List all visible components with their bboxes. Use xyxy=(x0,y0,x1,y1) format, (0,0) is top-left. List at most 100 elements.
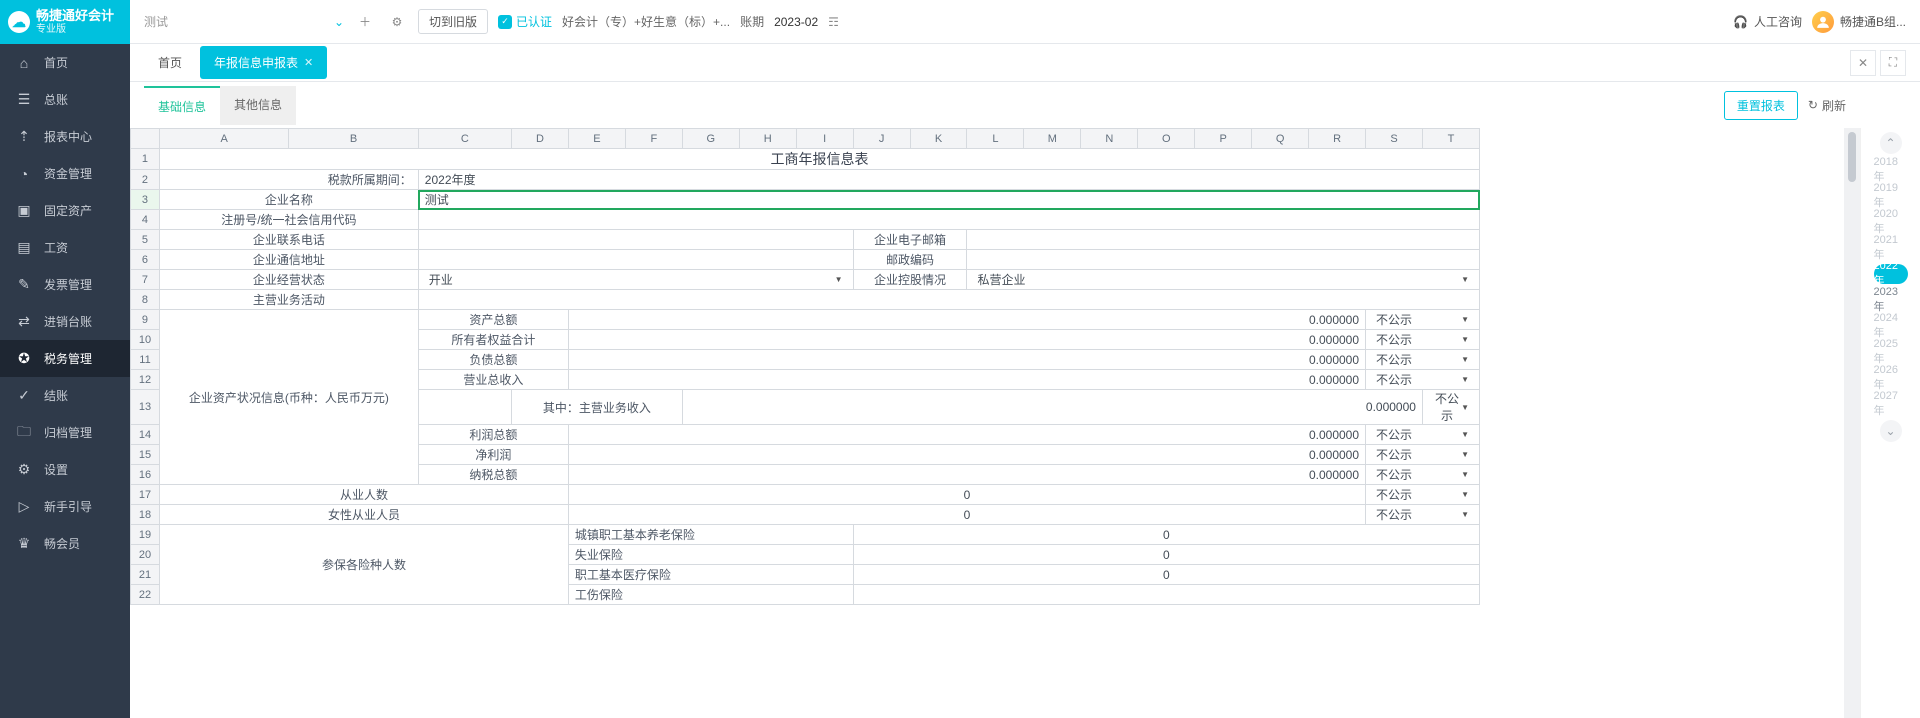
sidebar-item-12[interactable]: ▷新手引导 xyxy=(0,488,130,525)
sidebar-item-1[interactable]: ☰总账 xyxy=(0,81,130,118)
help-button[interactable]: 🎧 人工咨询 xyxy=(1733,13,1802,30)
insure-value[interactable] xyxy=(853,585,1479,605)
dropdown[interactable]: 不公示▼ xyxy=(1370,506,1475,523)
tel-input[interactable] xyxy=(418,230,853,250)
gear-icon[interactable]: ⚙ xyxy=(386,11,408,33)
sidebar-item-8[interactable]: ✪税务管理 xyxy=(0,340,130,377)
col-header[interactable]: S xyxy=(1366,129,1423,149)
col-header[interactable]: B xyxy=(289,129,418,149)
col-header[interactable]: G xyxy=(682,129,739,149)
close-tab-button[interactable]: ✕ xyxy=(1850,50,1876,76)
col-header[interactable]: P xyxy=(1195,129,1252,149)
dropdown[interactable]: 开业▼ xyxy=(423,271,849,288)
page-tab-1[interactable]: 年报信息申报表✕ xyxy=(200,46,327,79)
sidebar-item-0[interactable]: ⌂首页 xyxy=(0,44,130,81)
email-input[interactable] xyxy=(967,230,1480,250)
col-header[interactable]: L xyxy=(967,129,1024,149)
year-option[interactable]: 2027年 xyxy=(1874,394,1908,414)
year-option[interactable]: 2026年 xyxy=(1874,368,1908,388)
col-header[interactable]: M xyxy=(1024,129,1081,149)
sub-tab-1[interactable]: 其他信息 xyxy=(220,86,296,125)
year-option[interactable]: 2020年 xyxy=(1874,212,1908,232)
close-icon[interactable]: ✕ xyxy=(304,56,313,69)
col-header[interactable]: D xyxy=(511,129,568,149)
year-option[interactable]: 2021年 xyxy=(1874,238,1908,258)
metric-value[interactable]: 0.000000 xyxy=(568,425,1365,445)
user-chip[interactable]: 畅捷通B组... xyxy=(1812,11,1906,33)
year-option[interactable]: 2019年 xyxy=(1874,186,1908,206)
col-header[interactable]: O xyxy=(1138,129,1195,149)
col-header[interactable]: R xyxy=(1309,129,1366,149)
reset-report-button[interactable]: 重置报表 xyxy=(1724,91,1798,120)
metric-value[interactable]: 0.000000 xyxy=(568,465,1365,485)
col-header[interactable]: F xyxy=(625,129,682,149)
insure-value[interactable]: 0 xyxy=(853,545,1479,565)
refresh-button[interactable]: ↻ 刷新 xyxy=(1808,97,1846,114)
year-option[interactable]: 2024年 xyxy=(1874,316,1908,336)
sidebar-item-6[interactable]: ✎发票管理 xyxy=(0,266,130,303)
sidebar-item-11[interactable]: ⚙设置 xyxy=(0,451,130,488)
company-input[interactable]: 测试 xyxy=(418,190,1479,210)
org-selector[interactable]: 测试 ⌄ xyxy=(144,9,344,35)
metric-value[interactable]: 0.000000 xyxy=(568,445,1365,465)
year-down-button[interactable]: ⌄ xyxy=(1880,420,1902,442)
dropdown[interactable]: 不公示▼ xyxy=(1370,426,1475,443)
sidebar-item-13[interactable]: ♛畅会员 xyxy=(0,525,130,562)
year-option[interactable]: 2025年 xyxy=(1874,342,1908,362)
col-header[interactable] xyxy=(131,129,160,149)
dropdown[interactable]: 不公示▼ xyxy=(1370,466,1475,483)
calendar-icon[interactable]: ☶ xyxy=(828,15,839,29)
period-value[interactable]: 2023-02 xyxy=(774,15,818,29)
sidebar-item-4[interactable]: ▣固定资产 xyxy=(0,192,130,229)
insure-value[interactable]: 0 xyxy=(853,525,1479,545)
reg-input[interactable] xyxy=(418,210,1479,230)
sub-tab-0[interactable]: 基础信息 xyxy=(144,86,220,125)
dropdown[interactable]: 私营企业▼ xyxy=(971,271,1475,288)
col-header[interactable]: J xyxy=(853,129,910,149)
col-header[interactable]: C xyxy=(418,129,511,149)
metric-value[interactable]: 0.000000 xyxy=(568,370,1365,390)
postcode-input[interactable] xyxy=(967,250,1480,270)
col-header[interactable]: T xyxy=(1422,129,1479,149)
brand-logo[interactable]: ☁ 畅捷通好会计 专业版 xyxy=(0,0,130,44)
metric-value[interactable]: 0.000000 xyxy=(568,330,1365,350)
main-biz-input[interactable] xyxy=(418,290,1479,310)
metric-value[interactable]: 0.000000 xyxy=(568,350,1365,370)
spreadsheet[interactable]: ABCDEFGHIJKLMNOPQRST1工商年报信息表2税款所属期间：2022… xyxy=(130,128,1860,718)
col-header[interactable]: K xyxy=(910,129,967,149)
col-header[interactable]: I xyxy=(796,129,853,149)
dropdown[interactable]: 不公示▼ xyxy=(1370,311,1475,328)
dropdown[interactable]: 不公示▼ xyxy=(1370,486,1475,503)
page-tab-0[interactable]: 首页 xyxy=(144,46,196,79)
sidebar-item-5[interactable]: ▤工资 xyxy=(0,229,130,266)
dropdown[interactable]: 不公示▼ xyxy=(1370,331,1475,348)
sidebar-item-3[interactable]: ◔资金管理 xyxy=(0,155,130,192)
fullscreen-button[interactable]: ⛶ xyxy=(1880,50,1906,76)
dropdown[interactable]: 不公示▼ xyxy=(1427,390,1475,424)
scrollbar[interactable] xyxy=(1844,128,1860,718)
sidebar-item-10[interactable]: 🗀归档管理 xyxy=(0,414,130,451)
sidebar-item-2[interactable]: ⇡报表中心 xyxy=(0,118,130,155)
add-button[interactable]: ＋ xyxy=(354,11,376,33)
col-header[interactable]: N xyxy=(1081,129,1138,149)
addr-input[interactable] xyxy=(418,250,853,270)
year-option[interactable]: 2018年 xyxy=(1874,160,1908,180)
year-option[interactable]: 2022年 xyxy=(1874,264,1908,284)
metric-value[interactable]: 0.000000 xyxy=(568,310,1365,330)
sidebar-item-9[interactable]: ✓结账 xyxy=(0,377,130,414)
female-value[interactable]: 0 xyxy=(568,505,1365,525)
col-header[interactable]: E xyxy=(568,129,625,149)
emp-value[interactable]: 0 xyxy=(568,485,1365,505)
dropdown[interactable]: 不公示▼ xyxy=(1370,371,1475,388)
col-header[interactable]: A xyxy=(159,129,288,149)
dropdown[interactable]: 不公示▼ xyxy=(1370,446,1475,463)
sidebar-item-7[interactable]: ⇄进销台账 xyxy=(0,303,130,340)
col-header[interactable]: Q xyxy=(1252,129,1309,149)
metric-value[interactable]: 0.000000 xyxy=(682,390,1422,425)
year-option[interactable]: 2023年 xyxy=(1874,290,1908,310)
dropdown[interactable]: 不公示▼ xyxy=(1370,351,1475,368)
col-header[interactable]: H xyxy=(739,129,796,149)
insure-value[interactable]: 0 xyxy=(853,565,1479,585)
year-up-button[interactable]: ⌃ xyxy=(1880,132,1902,154)
switch-old-version-button[interactable]: 切到旧版 xyxy=(418,9,488,34)
